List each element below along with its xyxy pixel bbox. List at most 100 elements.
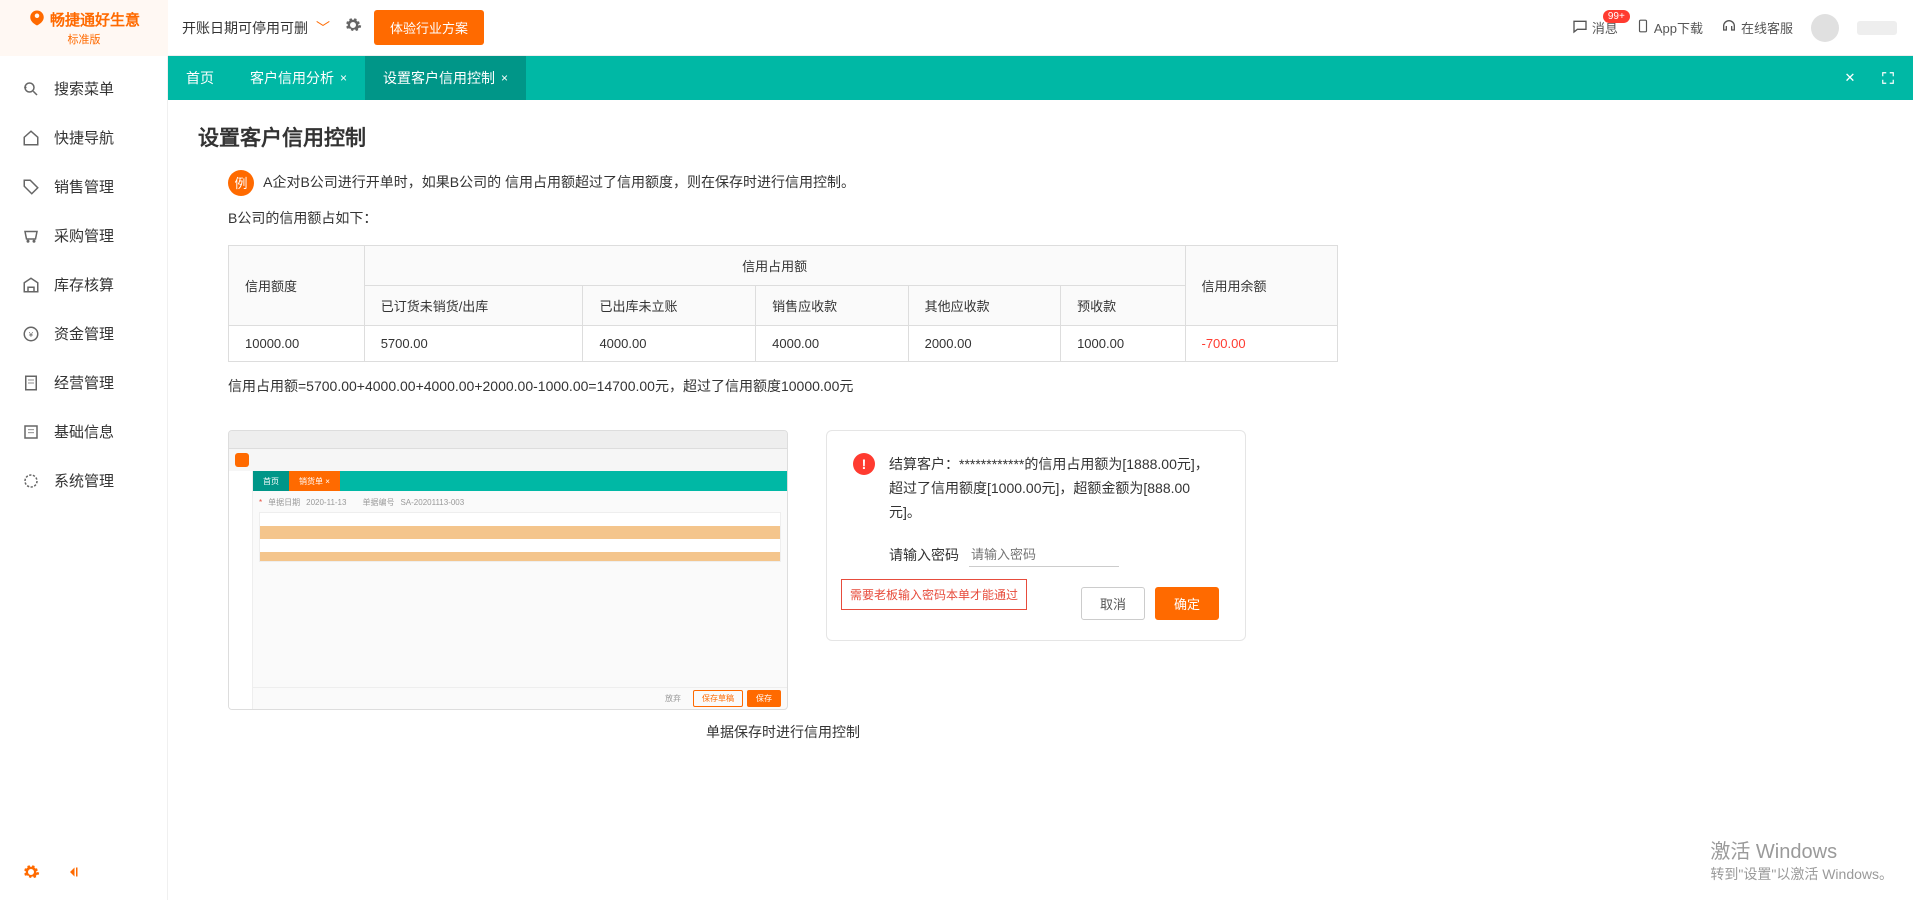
collapse-icon[interactable]: [64, 863, 82, 886]
chevron-down-icon: ﹀: [316, 18, 330, 38]
sidebar-item-label: 资金管理: [54, 323, 114, 344]
experience-plan-button[interactable]: 体验行业方案: [374, 10, 484, 45]
app-download-label: App下载: [1654, 18, 1703, 37]
th-sub-3: 其他应收款: [908, 286, 1060, 326]
th-sub-2: 销售应收款: [756, 286, 908, 326]
top-header: 畅捷通好生意 标准版 开账日期可停用可删 ﹀ 体验行业方案 消息 99+ App…: [0, 0, 1913, 56]
th-sub-1: 已出库未立账: [583, 286, 756, 326]
para1-text: A企对B公司进行开单时，如果B公司的 信用占用额超过了信用额度，则在保存时进行信…: [263, 174, 855, 190]
tab-label: 客户信用分析: [250, 68, 334, 88]
tab-home[interactable]: 首页: [168, 56, 232, 100]
cell-val-4: 1000.00: [1061, 326, 1185, 362]
sys-icon: [22, 472, 40, 490]
fs-tab-home: 首页: [253, 471, 289, 491]
app-download-link[interactable]: App下载: [1636, 18, 1703, 37]
sidebar-item-quicknav[interactable]: 快捷导航: [0, 113, 167, 162]
sidebar-item-label: 快捷导航: [54, 127, 114, 148]
dropdown-label: 开账日期可停用可删: [182, 18, 308, 38]
cell-val-2: 4000.00: [756, 326, 908, 362]
th-sub-4: 预收款: [1061, 286, 1185, 326]
tab-bar: 首页 客户信用分析 × 设置客户信用控制 × ✕: [168, 56, 1913, 100]
messages-link[interactable]: 消息 99+: [1572, 18, 1618, 37]
gear-icon[interactable]: [344, 16, 362, 39]
avatar[interactable]: [1811, 14, 1839, 42]
warehouse-icon: [22, 276, 40, 294]
sidebar-item-label: 采购管理: [54, 225, 114, 246]
sidebar-item-label: 基础信息: [54, 421, 114, 442]
svg-text:¥: ¥: [29, 330, 34, 339]
table-row: 10000.00 5700.00 4000.00 4000.00 2000.00…: [229, 326, 1338, 362]
doc-icon: [22, 374, 40, 392]
tab-credit-control[interactable]: 设置客户信用控制 ×: [365, 56, 526, 100]
online-service-link[interactable]: 在线客服: [1721, 18, 1793, 37]
th-usage-group: 信用占用额: [364, 246, 1185, 286]
para2-text: B公司的信用额占如下：: [228, 206, 1338, 231]
page-title: 设置客户信用控制: [198, 122, 1883, 152]
caption-text: 单据保存时进行信用控制: [706, 722, 860, 742]
tab-label: 首页: [186, 68, 214, 88]
formula-text: 信用占用额=5700.00+4000.00+4000.00+2000.00-10…: [228, 376, 1338, 396]
sidebar-item-search[interactable]: 搜索菜单: [0, 64, 167, 113]
sidebar-item-funds[interactable]: ¥ 资金管理: [0, 309, 167, 358]
fs-cancel: 放弃: [657, 691, 689, 706]
brand-name: 畅捷通好生意: [50, 9, 140, 30]
fs-tab-sales: 销货单 ×: [289, 471, 340, 491]
phone-icon: [1636, 18, 1650, 37]
fs-save-draft: 保存草稿: [693, 690, 743, 707]
sidebar-item-purchase[interactable]: 采购管理: [0, 211, 167, 260]
account-date-dropdown[interactable]: 开账日期可停用可删 ﹀: [180, 14, 332, 42]
example-paragraph: 例 A企对B公司进行开单时，如果B公司的 信用占用额超过了信用额度，则在保存时进…: [228, 170, 1338, 196]
th-balance: 信用用余额: [1185, 246, 1338, 326]
th-sub-0: 已订货未销货/出库: [364, 286, 583, 326]
fullscreen-icon[interactable]: [1873, 63, 1903, 93]
edition-label: 标准版: [68, 31, 101, 47]
headset-icon: [1721, 18, 1737, 37]
sidebar-item-label: 库存核算: [54, 274, 114, 295]
fs-save: 保存: [747, 690, 781, 707]
sidebar-item-inventory[interactable]: 库存核算: [0, 260, 167, 309]
sidebar-item-label: 搜索菜单: [54, 78, 114, 99]
sidebar-item-system[interactable]: 系统管理: [0, 456, 167, 505]
sidebar-item-label: 经营管理: [54, 372, 114, 393]
tag-icon: [22, 178, 40, 196]
cell-val-1: 4000.00: [583, 326, 756, 362]
online-service-label: 在线客服: [1741, 18, 1793, 37]
close-icon[interactable]: ×: [501, 71, 508, 85]
password-input[interactable]: [969, 543, 1119, 567]
dialog-cancel-button[interactable]: 取消: [1081, 587, 1145, 620]
settings-icon[interactable]: [22, 863, 40, 886]
embedded-screenshot: 首页 销货单 × *单据日期 2020-11-13 单据编号 SA-202011…: [228, 430, 788, 710]
credit-warning-dialog: ! 结算客户：************的信用占用额为[1888.00元]，超过了…: [826, 430, 1246, 640]
cell-limit: 10000.00: [229, 326, 365, 362]
sidebar: 搜索菜单 快捷导航 销售管理 采购管理 库存核算 ¥ 资金管理: [0, 56, 168, 900]
warning-icon: !: [853, 453, 875, 475]
tab-label: 设置客户信用控制: [383, 68, 495, 88]
pwd-label: 请输入密码: [889, 545, 959, 565]
sidebar-item-label: 系统管理: [54, 470, 114, 491]
cell-val-0: 5700.00: [364, 326, 583, 362]
close-all-icon[interactable]: ✕: [1835, 63, 1865, 93]
sidebar-item-operation[interactable]: 经营管理: [0, 358, 167, 407]
example-badge-icon: 例: [228, 170, 254, 196]
close-icon[interactable]: ×: [340, 71, 347, 85]
cell-balance: -700.00: [1185, 326, 1338, 362]
content-area: 设置客户信用控制 例 A企对B公司进行开单时，如果B公司的 信用占用额超过了信用…: [168, 100, 1913, 900]
dialog-message: 结算客户：************的信用占用额为[1888.00元]，超过了信用…: [889, 453, 1219, 524]
sidebar-item-label: 销售管理: [54, 176, 114, 197]
annotation-callout: 需要老板输入密码本单才能通过: [841, 579, 1027, 610]
dialog-ok-button[interactable]: 确定: [1155, 587, 1219, 620]
user-name-placeholder: [1857, 21, 1897, 35]
cell-val-3: 2000.00: [908, 326, 1060, 362]
tab-credit-analysis[interactable]: 客户信用分析 ×: [232, 56, 365, 100]
message-icon: [1572, 18, 1588, 37]
info-icon: [22, 423, 40, 441]
sidebar-item-sales[interactable]: 销售管理: [0, 162, 167, 211]
search-icon: [22, 80, 40, 98]
coin-icon: ¥: [22, 325, 40, 343]
credit-table: 信用额度 信用占用额 信用用余额 已订货未销货/出库 已出库未立账 销售应收款 …: [228, 245, 1338, 362]
logo-area: 畅捷通好生意 标准版: [0, 0, 168, 56]
sidebar-item-basic[interactable]: 基础信息: [0, 407, 167, 456]
cart-icon: [22, 227, 40, 245]
th-credit-limit: 信用额度: [229, 246, 365, 326]
messages-badge: 99+: [1603, 10, 1630, 23]
